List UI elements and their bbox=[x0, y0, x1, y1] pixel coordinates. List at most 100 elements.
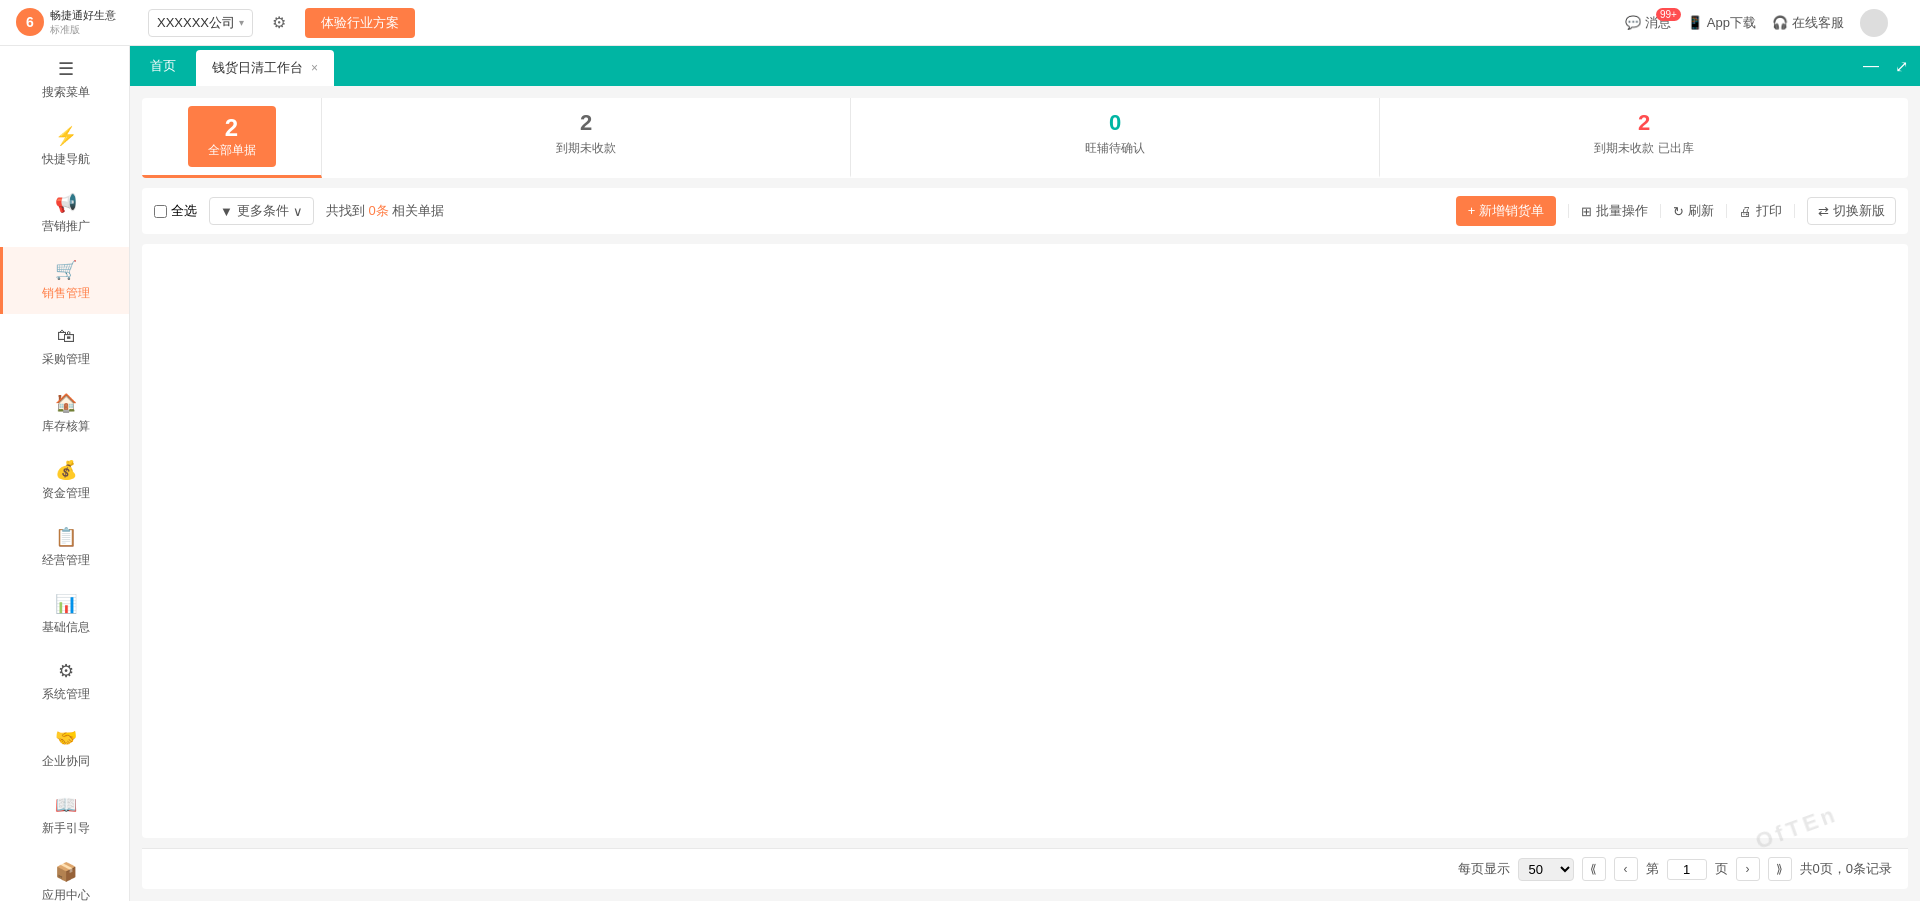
sidebar-label-inventory: 库存核算 bbox=[42, 418, 90, 435]
sidebar-label-quick-nav: 快捷导航 bbox=[42, 151, 90, 168]
switch-icon: ⇄ bbox=[1818, 204, 1829, 219]
logo-icon: 6 bbox=[16, 8, 44, 36]
stat-all-label: 全部单据 bbox=[208, 142, 256, 159]
refresh-button[interactable]: ↻ 刷新 bbox=[1673, 202, 1714, 220]
operations-icon: 📋 bbox=[55, 526, 77, 548]
sidebar-item-app-center[interactable]: 📦 应用中心 bbox=[0, 849, 129, 901]
logo-sub: 标准版 bbox=[50, 23, 116, 37]
stat-card-pending[interactable]: 0 旺辅待确认 bbox=[851, 98, 1380, 178]
quick-nav-icon: ⚡ bbox=[55, 125, 77, 147]
found-count: 0条 bbox=[369, 203, 389, 218]
page-suffix: 页 bbox=[1715, 860, 1728, 878]
stat-pending-label: 旺辅待确认 bbox=[1085, 140, 1145, 157]
app-download-button[interactable]: 📱 App下载 bbox=[1687, 14, 1756, 32]
sidebar-item-operations[interactable]: 📋 经营管理 bbox=[0, 514, 129, 581]
filter-button[interactable]: ▼ 更多条件 ∨ bbox=[209, 197, 314, 225]
sidebar-label-purchase: 采购管理 bbox=[42, 351, 90, 368]
sidebar-label-basic-info: 基础信息 bbox=[42, 619, 90, 636]
filter-label: 更多条件 bbox=[237, 202, 289, 220]
logo-text-area: 畅捷通好生意 标准版 bbox=[50, 8, 116, 36]
select-all-input[interactable] bbox=[154, 205, 167, 218]
first-page-button[interactable]: ⟪ bbox=[1582, 857, 1606, 881]
tab-maximize-icon[interactable]: ⤢ bbox=[1891, 53, 1912, 80]
online-service-button[interactable]: 🎧 在线客服 bbox=[1772, 14, 1844, 32]
inventory-icon: 🏠 bbox=[55, 392, 77, 414]
switch-new-version-button[interactable]: ⇄ 切换新版 bbox=[1807, 197, 1896, 225]
sidebar: ☰ 搜索菜单 ⚡ 快捷导航 📢 营销推广 🛒 销售管理 🛍 采购管理 🏠 库存核… bbox=[0, 46, 130, 901]
divider-4 bbox=[1794, 204, 1795, 218]
last-page-button[interactable]: ⟫ bbox=[1768, 857, 1792, 881]
batch-operation-button[interactable]: ⊞ 批量操作 bbox=[1581, 202, 1648, 220]
purchase-icon: 🛍 bbox=[57, 326, 75, 347]
online-service-label: 在线客服 bbox=[1792, 14, 1844, 32]
topbar-right: 💬 消息 99+ 📱 App下载 🎧 在线客服 bbox=[1625, 9, 1904, 37]
page-size-label: 每页显示 bbox=[1458, 860, 1510, 878]
select-all-checkbox[interactable]: 全选 bbox=[154, 202, 197, 220]
app-download-icon: 📱 bbox=[1687, 15, 1703, 30]
user-avatar[interactable] bbox=[1860, 9, 1888, 37]
switch-label: 切换新版 bbox=[1833, 202, 1885, 220]
filter-chevron-icon: ∨ bbox=[293, 204, 303, 219]
sidebar-item-basic-info[interactable]: 📊 基础信息 bbox=[0, 581, 129, 648]
sidebar-item-inventory[interactable]: 🏠 库存核算 bbox=[0, 380, 129, 447]
print-icon: 🖨 bbox=[1739, 204, 1752, 219]
pagination: 每页显示 50 100 200 ⟪ ‹ 第 页 › ⟫ 共0页，0条记录 bbox=[142, 848, 1908, 889]
select-all-label: 全选 bbox=[171, 202, 197, 220]
sidebar-item-finance[interactable]: 💰 资金管理 bbox=[0, 447, 129, 514]
sidebar-item-search-menu[interactable]: ☰ 搜索菜单 bbox=[0, 46, 129, 113]
stat-overdue-label: 到期未收款 bbox=[556, 140, 616, 157]
sidebar-item-purchase[interactable]: 🛍 采购管理 bbox=[0, 314, 129, 380]
print-label: 打印 bbox=[1756, 202, 1782, 220]
table-area bbox=[142, 244, 1908, 838]
settings-icon[interactable]: ⚙ bbox=[265, 9, 293, 37]
prev-page-button[interactable]: ‹ bbox=[1614, 857, 1638, 881]
finance-icon: 💰 bbox=[55, 459, 77, 481]
marketing-icon: 📢 bbox=[55, 192, 77, 214]
message-button[interactable]: 💬 消息 99+ bbox=[1625, 14, 1671, 32]
stat-card-shipped[interactable]: 2 到期未收款 已出库 bbox=[1380, 98, 1908, 178]
sidebar-item-enterprise[interactable]: 🤝 企业协同 bbox=[0, 715, 129, 782]
stat-card-all[interactable]: 2 全部单据 bbox=[142, 98, 322, 178]
system-icon: ⚙ bbox=[58, 660, 74, 682]
tab-current[interactable]: 钱货日清工作台 × bbox=[196, 50, 334, 86]
sales-icon: 🛒 bbox=[55, 259, 77, 281]
sidebar-item-quick-nav[interactable]: ⚡ 快捷导航 bbox=[0, 113, 129, 180]
page-content: 2 全部单据 2 到期未收款 0 旺辅待确认 2 到期未收款 已出库 bbox=[130, 86, 1920, 901]
stat-shipped-number: 2 bbox=[1638, 110, 1650, 136]
message-icon: 💬 bbox=[1625, 15, 1641, 30]
trial-button[interactable]: 体验行业方案 bbox=[305, 8, 415, 38]
page-input[interactable] bbox=[1667, 859, 1707, 880]
main-layout: ☰ 搜索菜单 ⚡ 快捷导航 📢 营销推广 🛒 销售管理 🛍 采购管理 🏠 库存核… bbox=[0, 46, 1920, 901]
logo-text: 畅捷通好生意 bbox=[50, 8, 116, 22]
sidebar-label-sales: 销售管理 bbox=[42, 285, 90, 302]
divider-2 bbox=[1660, 204, 1661, 218]
stat-card-overdue[interactable]: 2 到期未收款 bbox=[322, 98, 851, 178]
sidebar-label-guide: 新手引导 bbox=[42, 820, 90, 837]
page-size-select[interactable]: 50 100 200 bbox=[1518, 858, 1574, 881]
divider-3 bbox=[1726, 204, 1727, 218]
tab-close-icon[interactable]: × bbox=[311, 61, 318, 75]
sidebar-item-system[interactable]: ⚙ 系统管理 bbox=[0, 648, 129, 715]
chevron-down-icon: ▾ bbox=[239, 17, 244, 28]
stat-shipped-label: 到期未收款 已出库 bbox=[1594, 140, 1693, 157]
topbar-left: 6 畅捷通好生意 标准版 XXXXXX公司 ▾ ⚙ 体验行业方案 bbox=[16, 8, 415, 38]
app-download-label: App下载 bbox=[1707, 14, 1756, 32]
tab-label: 钱货日清工作台 bbox=[212, 59, 303, 77]
company-selector[interactable]: XXXXXX公司 ▾ bbox=[148, 9, 253, 37]
tab-minimize-icon[interactable]: — bbox=[1859, 53, 1883, 79]
tab-home[interactable]: 首页 bbox=[130, 46, 196, 86]
sidebar-label-app-center: 应用中心 bbox=[42, 887, 90, 901]
sidebar-item-marketing[interactable]: 📢 营销推广 bbox=[0, 180, 129, 247]
add-sales-order-button[interactable]: + 新增销货单 bbox=[1456, 196, 1556, 226]
sidebar-item-guide[interactable]: 📖 新手引导 bbox=[0, 782, 129, 849]
next-page-button[interactable]: › bbox=[1736, 857, 1760, 881]
sidebar-item-sales[interactable]: 🛒 销售管理 bbox=[0, 247, 129, 314]
tab-bar: 首页 钱货日清工作台 × — ⤢ bbox=[130, 46, 1920, 86]
sidebar-label-operations: 经营管理 bbox=[42, 552, 90, 569]
print-button[interactable]: 🖨 打印 bbox=[1739, 202, 1782, 220]
found-text: 共找到 0条 相关单据 bbox=[326, 202, 444, 220]
stat-overdue-number: 2 bbox=[580, 110, 592, 136]
refresh-icon: ↻ bbox=[1673, 204, 1684, 219]
message-badge: 99+ bbox=[1656, 8, 1681, 21]
page-total: 共0页，0条记录 bbox=[1800, 860, 1892, 878]
